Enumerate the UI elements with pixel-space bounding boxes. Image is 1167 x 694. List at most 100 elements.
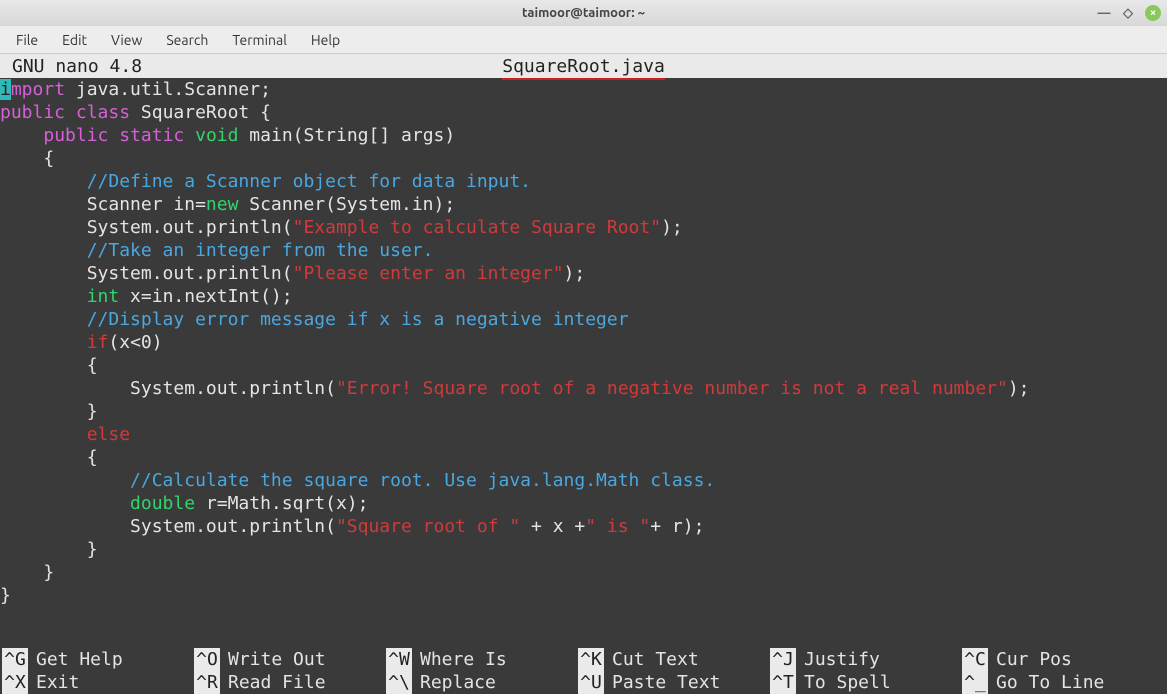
code-text: [0, 286, 87, 307]
code-text: + x +: [520, 516, 585, 537]
shortcut-get-help[interactable]: ^GGet Help: [2, 648, 194, 671]
menu-edit[interactable]: Edit: [52, 29, 97, 51]
menu-terminal[interactable]: Terminal: [222, 29, 297, 51]
code-text: if: [87, 332, 109, 353]
shortcut-label: Cur Pos: [988, 648, 1072, 671]
shortcut-label: Go To Line: [988, 671, 1104, 694]
shortcut-key: ^C: [962, 648, 988, 671]
code-text: Scanner(System.in);: [238, 194, 455, 215]
code-text: {: [0, 148, 54, 169]
shortcut-label: Cut Text: [604, 648, 699, 671]
shortcut-key: ^R: [194, 671, 220, 694]
code-text: public: [43, 125, 108, 146]
shortcut-key: ^\: [386, 671, 412, 694]
shortcut-label: Write Out: [220, 648, 326, 671]
shortcut-label: Paste Text: [604, 671, 720, 694]
nano-header: GNU nano 4.8 SquareRoot.java: [0, 54, 1167, 78]
code-text: r=Math.sqrt(x);: [195, 493, 368, 514]
code-text: " is ": [585, 516, 650, 537]
window-controls: — ◇ ×: [1097, 5, 1161, 21]
code-text: SquareRoot {: [130, 102, 271, 123]
shortcut-justify[interactable]: ^JJustify: [770, 648, 962, 671]
code-text: "Square root of ": [336, 516, 520, 537]
shortcut-label: Replace: [412, 671, 496, 694]
code-text: class: [76, 102, 130, 123]
shortcut-cur-pos[interactable]: ^CCur Pos: [962, 648, 1154, 671]
window-titlebar: taimoor@taimoor: ~ — ◇ ×: [0, 0, 1167, 26]
shortcut-paste-text[interactable]: ^UPaste Text: [578, 671, 770, 694]
code-text: //Take an integer from the user.: [87, 240, 434, 261]
code-text: static: [119, 125, 184, 146]
shortcut-key: ^_: [962, 671, 988, 694]
code-text: [0, 125, 43, 146]
menu-help[interactable]: Help: [301, 29, 350, 51]
shortcut-write-out[interactable]: ^OWrite Out: [194, 648, 386, 671]
shortcut-where-is[interactable]: ^WWhere Is: [386, 648, 578, 671]
shortcut-exit[interactable]: ^XExit: [2, 671, 194, 694]
code-text: [0, 332, 87, 353]
menu-file[interactable]: File: [6, 29, 48, 51]
maximize-icon[interactable]: ◇: [1121, 6, 1135, 20]
nano-shortcuts: ^GGet Help ^OWrite Out ^WWhere Is ^KCut …: [0, 648, 1167, 694]
shortcut-to-spell[interactable]: ^TTo Spell: [770, 671, 962, 694]
code-text: java.util.Scanner;: [65, 79, 271, 100]
menubar: File Edit View Search Terminal Help: [0, 26, 1167, 54]
cursor: i: [0, 79, 11, 100]
code-text: [0, 470, 130, 491]
shortcut-key: ^X: [2, 671, 28, 694]
nano-app-name: GNU nano 4.8: [2, 56, 142, 77]
shortcut-row: ^GGet Help ^OWrite Out ^WWhere Is ^KCut …: [2, 648, 1167, 671]
code-text: System.out.println(: [0, 378, 336, 399]
shortcut-label: To Spell: [796, 671, 891, 694]
code-text: "Error! Square root of a negative number…: [336, 378, 1008, 399]
shortcut-key: ^U: [578, 671, 604, 694]
window-title: taimoor@taimoor: ~: [522, 6, 645, 20]
shortcut-label: Where Is: [412, 648, 507, 671]
minimize-icon[interactable]: —: [1097, 6, 1111, 20]
code-text: }: [0, 539, 98, 560]
shortcut-key: ^K: [578, 648, 604, 671]
shortcut-read-file[interactable]: ^RRead File: [194, 671, 386, 694]
code-text: System.out.println(: [0, 263, 293, 284]
code-text: //Calculate the square root. Use java.la…: [130, 470, 715, 491]
code-text: Scanner in=: [0, 194, 206, 215]
code-text: [0, 493, 130, 514]
code-text: );: [661, 217, 683, 238]
code-text: public: [0, 102, 65, 123]
code-text: }: [0, 585, 11, 606]
shortcut-label: Justify: [796, 648, 880, 671]
code-text: //Define a Scanner object for data input…: [87, 171, 531, 192]
code-text: x=in.nextInt();: [119, 286, 292, 307]
shortcut-key: ^J: [770, 648, 796, 671]
menu-search[interactable]: Search: [156, 29, 218, 51]
code-text: }: [0, 562, 54, 583]
code-text: + r);: [650, 516, 704, 537]
code-text: [0, 240, 87, 261]
shortcut-key: ^T: [770, 671, 796, 694]
close-icon[interactable]: ×: [1145, 5, 1161, 21]
code-text: //Display error message if x is a negati…: [87, 309, 629, 330]
code-text: (x<0): [108, 332, 162, 353]
code-text: [0, 171, 87, 192]
nano-filename: SquareRoot.java: [502, 56, 665, 80]
menu-view[interactable]: View: [101, 29, 152, 51]
code-text: );: [1008, 378, 1030, 399]
shortcut-go-to-line[interactable]: ^_Go To Line: [962, 671, 1154, 694]
code-text: else: [87, 424, 130, 445]
code-text: double: [130, 493, 195, 514]
code-text: int: [87, 286, 120, 307]
code-text: main(String[] args): [238, 125, 455, 146]
shortcut-key: ^W: [386, 648, 412, 671]
shortcut-replace[interactable]: ^\Replace: [386, 671, 578, 694]
code-text: mport: [11, 79, 65, 100]
editor-area[interactable]: import java.util.Scanner; public class S…: [0, 78, 1167, 648]
code-text: new: [206, 194, 239, 215]
code-text: );: [564, 263, 586, 284]
code-text: "Example to calculate Square Root": [293, 217, 661, 238]
shortcut-label: Get Help: [28, 648, 123, 671]
shortcut-row: ^XExit ^RRead File ^\Replace ^UPaste Tex…: [2, 671, 1167, 694]
shortcut-key: ^G: [2, 648, 28, 671]
code-text: {: [0, 355, 98, 376]
code-text: }: [0, 401, 98, 422]
shortcut-cut-text[interactable]: ^KCut Text: [578, 648, 770, 671]
